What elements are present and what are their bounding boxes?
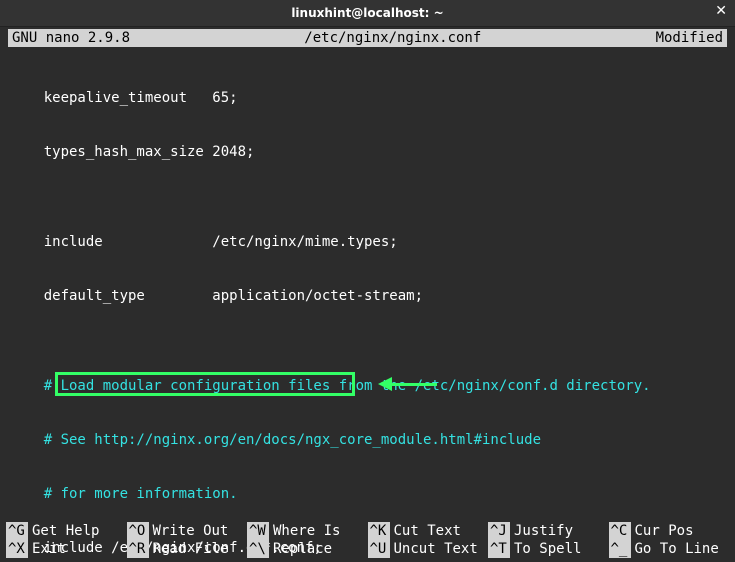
bottom-spacer — [0, 558, 735, 562]
shortcut-label: Justify — [514, 522, 573, 540]
keycap: ^J — [488, 522, 510, 540]
code-comment: # Load modular configuration files from … — [10, 377, 725, 395]
shortcut-uncut-text[interactable]: ^UUncut Text — [368, 540, 489, 558]
keycap: ^W — [247, 522, 269, 540]
shortcut-get-help[interactable]: ^GGet Help — [6, 522, 127, 540]
keycap: ^_ — [609, 540, 631, 558]
window-title: linuxhint@localhost: ~ — [291, 6, 443, 20]
shortcut-bar: ^GGet Help ^OWrite Out ^WWhere Is ^KCut … — [0, 522, 735, 558]
shortcut-to-spell[interactable]: ^TTo Spell — [488, 540, 609, 558]
shortcut-go-to-line[interactable]: ^_Go To Line — [609, 540, 730, 558]
code-comment: # See http://nginx.org/en/docs/ngx_core_… — [10, 431, 725, 449]
code-line: include /etc/nginx/mime.types; — [10, 233, 725, 251]
shortcut-label: Write Out — [153, 522, 229, 540]
code-line: default_type application/octet-stream; — [10, 287, 725, 305]
shortcut-label: Cur Pos — [635, 522, 694, 540]
shortcut-row: ^XExit ^RRead File ^\Replace ^UUncut Tex… — [6, 540, 729, 558]
editor-name-version: GNU nano 2.9.8 — [12, 29, 130, 47]
shortcut-label: Cut Text — [394, 522, 461, 540]
shortcut-cut-text[interactable]: ^KCut Text — [368, 522, 489, 540]
shortcut-replace[interactable]: ^\Replace — [247, 540, 368, 558]
keycap: ^C — [609, 522, 631, 540]
keycap: ^O — [127, 522, 149, 540]
keycap: ^\ — [247, 540, 269, 558]
keycap: ^X — [6, 540, 28, 558]
code-line: types_hash_max_size 2048; — [10, 143, 725, 161]
modified-indicator: Modified — [656, 29, 723, 47]
close-icon[interactable]: ✕ — [715, 3, 727, 19]
shortcut-label: Where Is — [273, 522, 340, 540]
shortcut-cur-pos[interactable]: ^CCur Pos — [609, 522, 730, 540]
code-line: keepalive_timeout 65; — [10, 89, 725, 107]
keycap: ^G — [6, 522, 28, 540]
keycap: ^K — [368, 522, 390, 540]
window-titlebar: linuxhint@localhost: ~ ✕ — [0, 0, 735, 27]
editor-area[interactable]: keepalive_timeout 65; types_hash_max_siz… — [0, 47, 735, 562]
shortcut-label: Exit — [32, 540, 66, 558]
shortcut-label: To Spell — [514, 540, 581, 558]
shortcut-read-file[interactable]: ^RRead File — [127, 540, 248, 558]
file-path: /etc/nginx/nginx.conf — [130, 29, 656, 47]
shortcut-label: Get Help — [32, 522, 99, 540]
shortcut-label: Read File — [153, 540, 229, 558]
shortcut-write-out[interactable]: ^OWrite Out — [127, 522, 248, 540]
shortcut-where-is[interactable]: ^WWhere Is — [247, 522, 368, 540]
editor-statusbar: GNU nano 2.9.8 /etc/nginx/nginx.conf Mod… — [8, 29, 727, 47]
keycap: ^R — [127, 540, 149, 558]
shortcut-row: ^GGet Help ^OWrite Out ^WWhere Is ^KCut … — [6, 522, 729, 540]
shortcut-exit[interactable]: ^XExit — [6, 540, 127, 558]
keycap: ^U — [368, 540, 390, 558]
shortcut-justify[interactable]: ^JJustify — [488, 522, 609, 540]
code-comment: # for more information. — [10, 485, 725, 503]
shortcut-label: Go To Line — [635, 540, 719, 558]
shortcut-label: Uncut Text — [394, 540, 478, 558]
keycap: ^T — [488, 540, 510, 558]
shortcut-label: Replace — [273, 540, 332, 558]
